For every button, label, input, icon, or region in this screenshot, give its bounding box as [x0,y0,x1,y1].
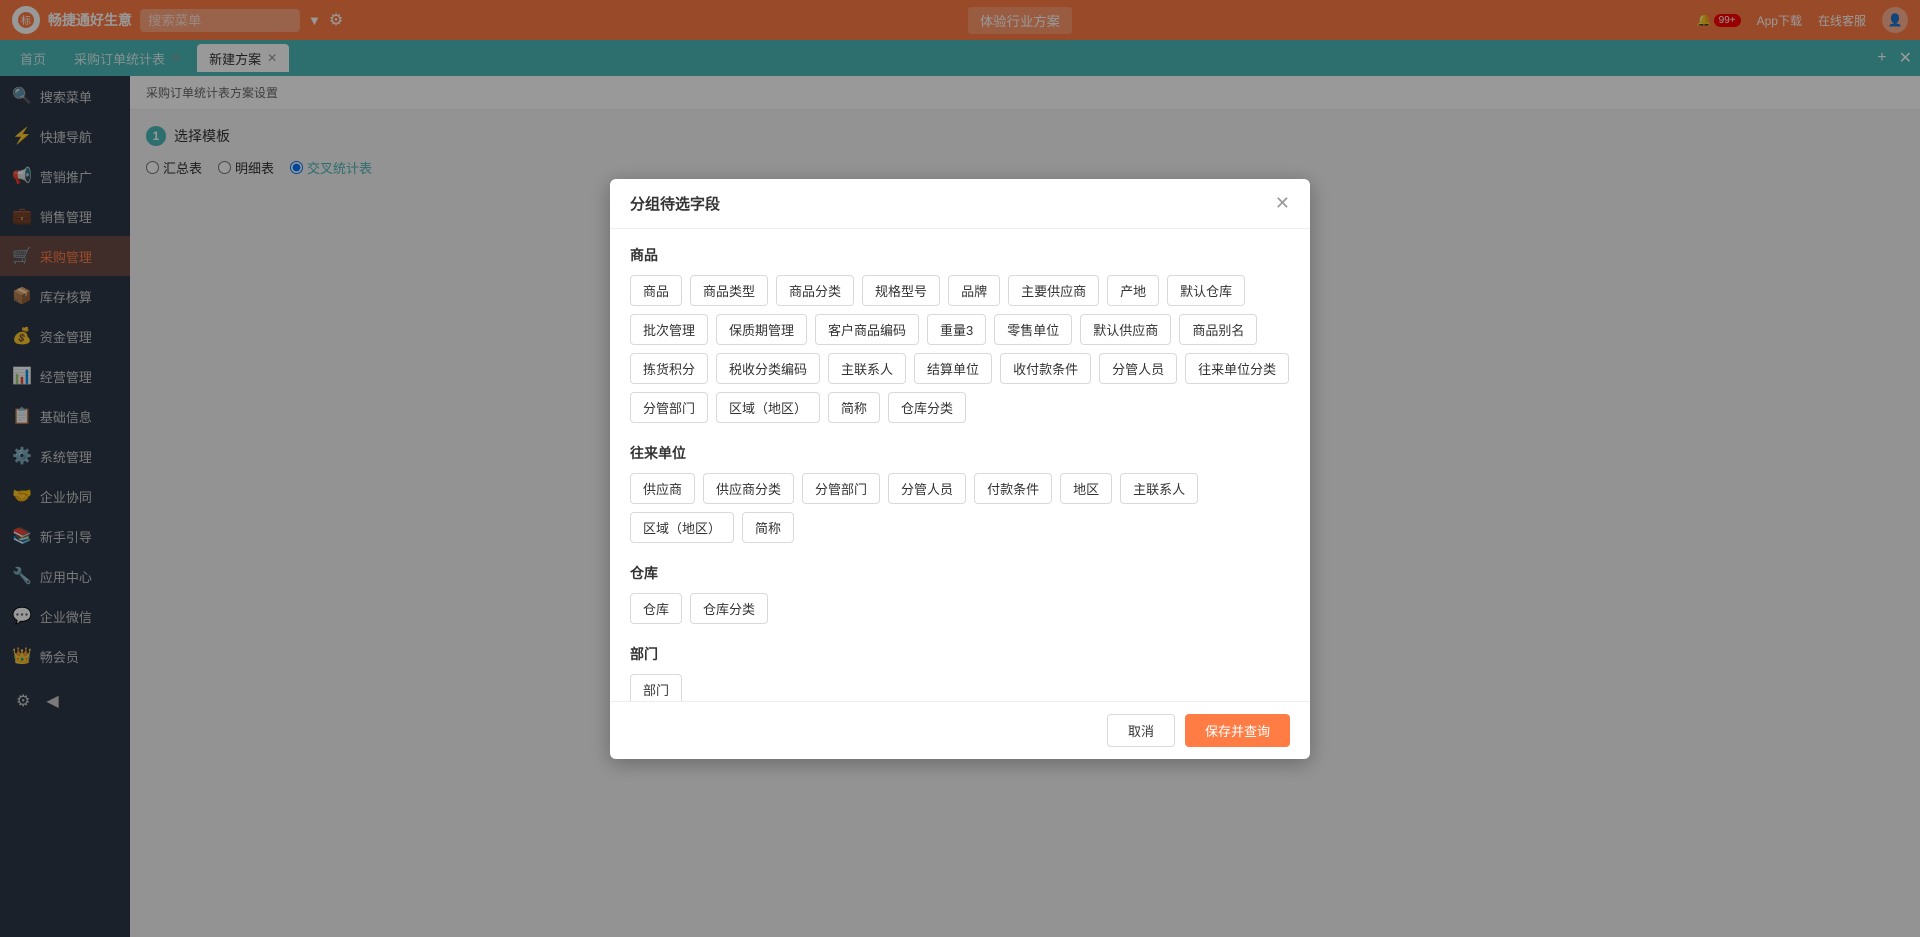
tag-wh-cat[interactable]: 仓库分类 [690,593,768,624]
tag-trade-mgmt-dept[interactable]: 分管部门 [802,473,880,504]
tag-trade-mgmt-person[interactable]: 分管人员 [888,473,966,504]
tag-default-warehouse[interactable]: 默认仓库 [1167,275,1245,306]
tag-default-supplier[interactable]: 默认供应商 [1080,314,1171,345]
tag-weight[interactable]: 重量3 [927,314,986,345]
tag-payment-cond[interactable]: 付款条件 [974,473,1052,504]
tag-supplier-cat[interactable]: 供应商分类 [703,473,794,504]
tag-mgmt-dept[interactable]: 分管部门 [630,392,708,423]
modal-close-button[interactable]: ✕ [1275,193,1290,214]
tag-tax-code[interactable]: 税收分类编码 [716,353,820,384]
tag-supplier[interactable]: 供应商 [630,473,695,504]
section-product: 商品 商品 商品类型 商品分类 规格型号 品牌 主要供应商 产地 默认仓库 批次… [630,245,1290,423]
tag-product-type[interactable]: 商品类型 [690,275,768,306]
tag-product-category[interactable]: 商品分类 [776,275,854,306]
modal-dialog: 分组待选字段 ✕ 商品 商品 商品类型 商品分类 规格型号 品牌 主要供应商 产… [610,179,1310,759]
tag-warehouse-cat[interactable]: 仓库分类 [888,392,966,423]
tag-pick-points[interactable]: 拣货积分 [630,353,708,384]
modal-body: 商品 商品 商品类型 商品分类 规格型号 品牌 主要供应商 产地 默认仓库 批次… [610,229,1310,701]
tag-trade-main-contact[interactable]: 主联系人 [1120,473,1198,504]
tag-abbr[interactable]: 简称 [828,392,880,423]
tag-region[interactable]: 区域（地区） [716,392,820,423]
section-dept-title: 部门 [630,644,1290,664]
modal-confirm-button[interactable]: 保存并查询 [1185,714,1290,747]
tag-retail-unit[interactable]: 零售单位 [994,314,1072,345]
tag-settlement-unit[interactable]: 结算单位 [914,353,992,384]
section-product-title: 商品 [630,245,1290,265]
tag-trade-unit-category[interactable]: 往来单位分类 [1185,353,1289,384]
tag-product[interactable]: 商品 [630,275,682,306]
modal-footer: 取消 保存并查询 [610,701,1310,759]
tag-trade-abbr[interactable]: 简称 [742,512,794,543]
tag-spec-model[interactable]: 规格型号 [862,275,940,306]
section-trade-title: 往来单位 [630,443,1290,463]
tag-area[interactable]: 地区 [1060,473,1112,504]
tag-manager[interactable]: 分管人员 [1099,353,1177,384]
modal-cancel-button[interactable]: 取消 [1107,714,1175,747]
tag-product-alias[interactable]: 商品别名 [1179,314,1257,345]
tag-payment-terms[interactable]: 收付款条件 [1000,353,1091,384]
section-warehouse: 仓库 仓库 仓库分类 [630,563,1290,624]
tag-batch-mgmt[interactable]: 批次管理 [630,314,708,345]
section-trade: 往来单位 供应商 供应商分类 分管部门 分管人员 付款条件 地区 主联系人 区域… [630,443,1290,543]
tag-expiry-mgmt[interactable]: 保质期管理 [716,314,807,345]
modal-header: 分组待选字段 ✕ [610,179,1310,229]
section-warehouse-title: 仓库 [630,563,1290,583]
trade-tags: 供应商 供应商分类 分管部门 分管人员 付款条件 地区 主联系人 区域（地区） … [630,473,1290,543]
product-tags: 商品 商品类型 商品分类 规格型号 品牌 主要供应商 产地 默认仓库 批次管理 … [630,275,1290,423]
modal-title: 分组待选字段 [630,193,720,214]
tag-customer-code[interactable]: 客户商品编码 [815,314,919,345]
tag-origin[interactable]: 产地 [1107,275,1159,306]
tag-main-supplier[interactable]: 主要供应商 [1008,275,1099,306]
tag-dept[interactable]: 部门 [630,674,682,701]
section-dept: 部门 部门 [630,644,1290,701]
modal-overlay: 分组待选字段 ✕ 商品 商品 商品类型 商品分类 规格型号 品牌 主要供应商 产… [0,0,1920,937]
tag-wh[interactable]: 仓库 [630,593,682,624]
warehouse-tags: 仓库 仓库分类 [630,593,1290,624]
dept-tags: 部门 [630,674,1290,701]
tag-trade-region[interactable]: 区域（地区） [630,512,734,543]
tag-brand[interactable]: 品牌 [948,275,1000,306]
tag-main-contact[interactable]: 主联系人 [828,353,906,384]
